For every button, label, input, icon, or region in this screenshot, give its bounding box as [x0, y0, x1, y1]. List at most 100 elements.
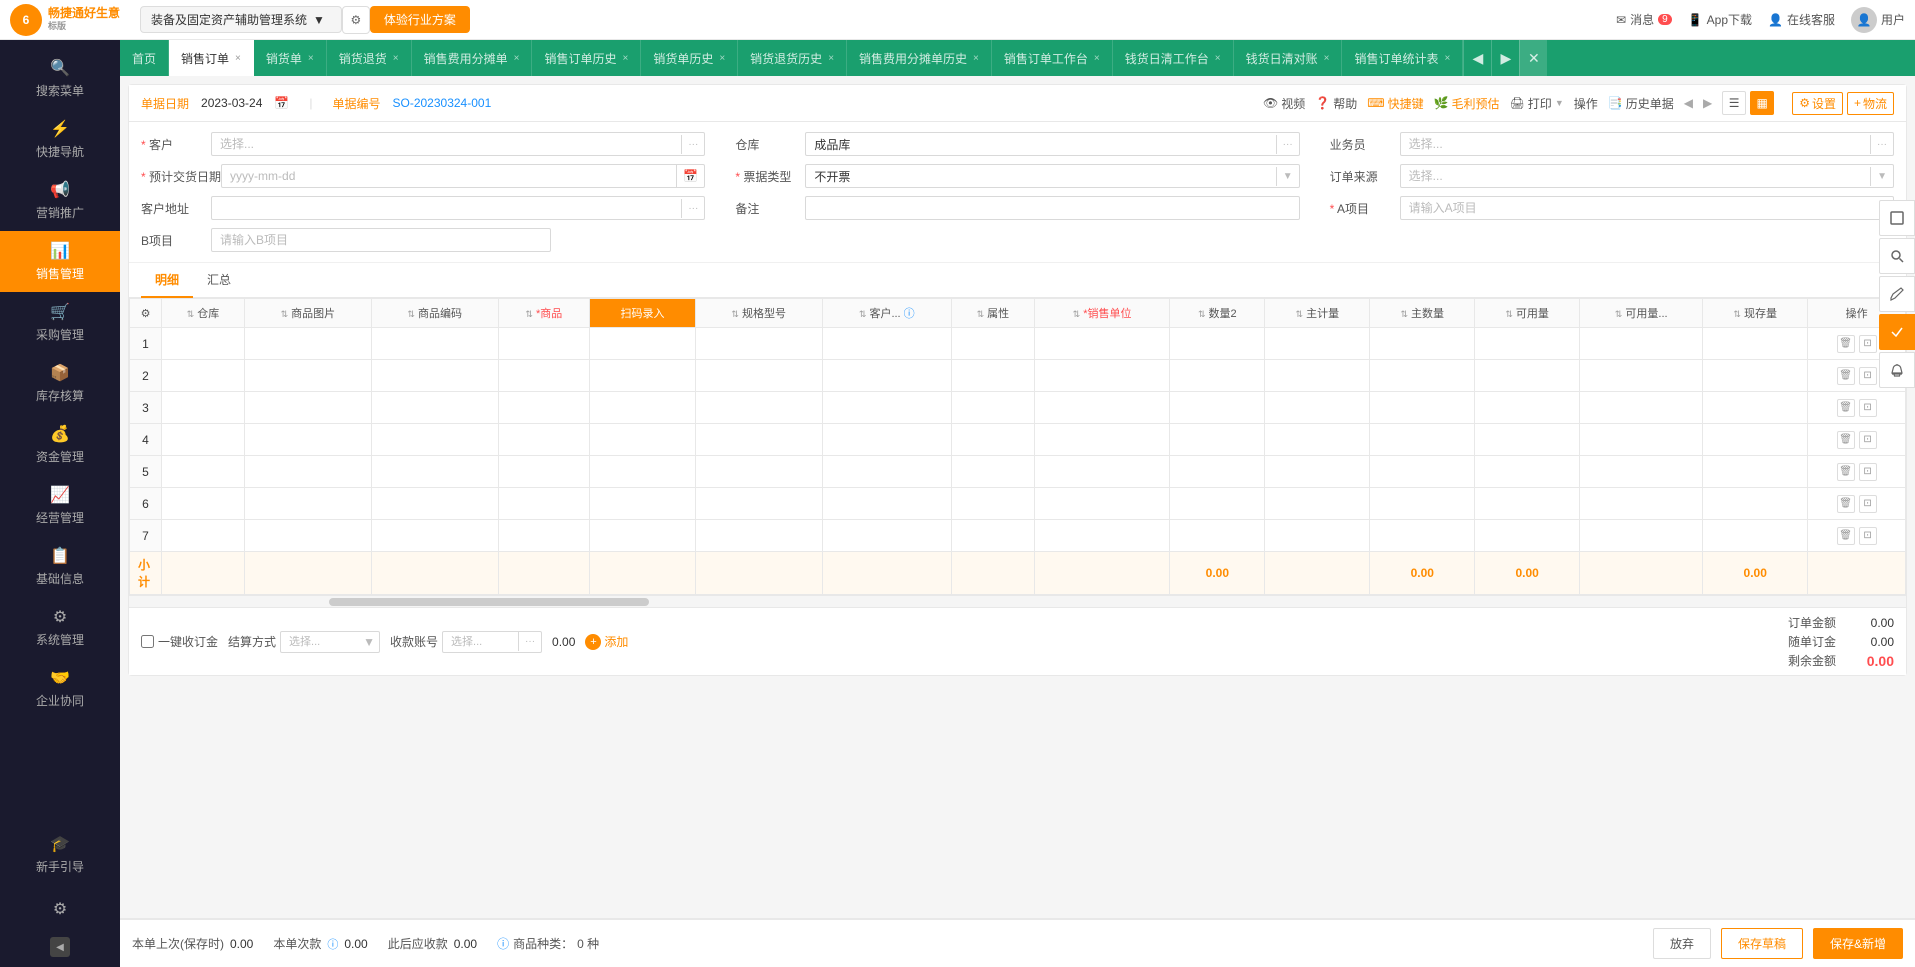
row-product-2[interactable]	[498, 360, 590, 392]
row-main-unit-7[interactable]	[1265, 520, 1370, 552]
row-customer-code-7[interactable]	[822, 520, 951, 552]
row-customer-code-6[interactable]	[822, 488, 951, 520]
add-payment-btn[interactable]: + 添加	[585, 633, 628, 650]
row-copy-btn-6[interactable]: ⊡	[1859, 495, 1877, 513]
salesperson-input[interactable]	[1401, 133, 1870, 155]
row-warehouse-3[interactable]	[162, 392, 245, 424]
quick-btn-2[interactable]	[1879, 238, 1915, 274]
row-delete-btn-7[interactable]: 🗑	[1837, 527, 1855, 545]
sort-icon-8[interactable]: ⇅	[1073, 309, 1081, 319]
row-warehouse-5[interactable]	[162, 456, 245, 488]
row-image-6[interactable]	[244, 488, 371, 520]
row-available2-5[interactable]	[1580, 456, 1703, 488]
delivery-calendar-icon[interactable]: 📅	[676, 165, 704, 187]
row-available2-6[interactable]	[1580, 488, 1703, 520]
a-project-input[interactable]	[1400, 196, 1894, 220]
sort-icon-10[interactable]: ⇅	[1296, 309, 1304, 319]
bank-account-input[interactable]	[443, 632, 518, 652]
help-link[interactable]: ❓ 帮助	[1315, 95, 1357, 112]
sort-icon-12[interactable]: ⇅	[1505, 309, 1513, 319]
row-unit-4[interactable]	[1034, 424, 1169, 456]
row-copy-btn-2[interactable]: ⊡	[1859, 367, 1877, 385]
tab-invoice-history[interactable]: 销货单历史 ×	[641, 40, 738, 76]
tab-reconcile-close[interactable]: ×	[1324, 53, 1330, 64]
invoice-type-arrow-icon[interactable]: ▼	[1276, 167, 1299, 186]
quick-btn-1[interactable]	[1879, 200, 1915, 236]
tab-workbench[interactable]: 销售订单工作台 ×	[992, 40, 1113, 76]
add-logistics-btn[interactable]: + 物流	[1847, 92, 1894, 115]
row-available-1[interactable]	[1475, 328, 1580, 360]
row-unit-2[interactable]	[1034, 360, 1169, 392]
sidebar-item-nav[interactable]: ⚡ 快捷导航	[0, 109, 120, 170]
customer-dots-btn[interactable]: ···	[681, 135, 704, 154]
row-attr-7[interactable]	[951, 520, 1034, 552]
row-copy-btn-5[interactable]: ⊡	[1859, 463, 1877, 481]
row-available2-7[interactable]	[1580, 520, 1703, 552]
row-main-qty-6[interactable]	[1370, 488, 1475, 520]
row-customer-code-2[interactable]	[822, 360, 951, 392]
salesperson-dots-btn[interactable]: ···	[1870, 135, 1893, 154]
row-available-2[interactable]	[1475, 360, 1580, 392]
row-code-3[interactable]	[371, 392, 498, 424]
row-attr-4[interactable]	[951, 424, 1034, 456]
system-selector[interactable]: 装备及固定资产辅助管理系统 ▼	[140, 6, 342, 33]
tab-return-history[interactable]: 销货退货历史 ×	[738, 40, 847, 76]
row-available-4[interactable]	[1475, 424, 1580, 456]
row-stock-3[interactable]	[1703, 392, 1808, 424]
row-warehouse-4[interactable]	[162, 424, 245, 456]
row-main-unit-2[interactable]	[1265, 360, 1370, 392]
sort-icon-13[interactable]: ⇅	[1615, 309, 1623, 319]
row-available-7[interactable]	[1475, 520, 1580, 552]
tab-sales-fee[interactable]: 销售费用分摊单 ×	[412, 40, 533, 76]
row-stock-2[interactable]	[1703, 360, 1808, 392]
sidebar-item-marketing[interactable]: 📢 营销推广	[0, 170, 120, 231]
row-scan-5[interactable]	[590, 456, 696, 488]
row-delete-btn-6[interactable]: 🗑	[1837, 495, 1855, 513]
row-attr-1[interactable]	[951, 328, 1034, 360]
row-scan-6[interactable]	[590, 488, 696, 520]
scroll-thumb[interactable]	[329, 598, 649, 606]
row-delete-btn-1[interactable]: 🗑	[1837, 335, 1855, 353]
row-code-5[interactable]	[371, 456, 498, 488]
order-source-input[interactable]	[1401, 165, 1870, 187]
row-scan-1[interactable]	[590, 328, 696, 360]
row-unit-5[interactable]	[1034, 456, 1169, 488]
row-spec-7[interactable]	[695, 520, 822, 552]
th-scan[interactable]: 扫码录入	[590, 299, 696, 328]
row-stock-1[interactable]	[1703, 328, 1808, 360]
row-qty2-2[interactable]	[1170, 360, 1265, 392]
row-available2-1[interactable]	[1580, 328, 1703, 360]
row-main-qty-2[interactable]	[1370, 360, 1475, 392]
sidebar-item-guide[interactable]: 🎓 新手引导	[0, 824, 120, 885]
payment-method-input[interactable]	[281, 632, 359, 652]
row-image-7[interactable]	[244, 520, 371, 552]
row-stock-6[interactable]	[1703, 488, 1808, 520]
row-stock-4[interactable]	[1703, 424, 1808, 456]
tab-sales-fee-close[interactable]: ×	[514, 53, 520, 64]
tab-sales-return[interactable]: 销货退货 ×	[327, 40, 412, 76]
row-image-1[interactable]	[244, 328, 371, 360]
sort-icon-5[interactable]: ⇅	[731, 309, 739, 319]
print-btn[interactable]: 🖨 打印 ▼	[1510, 95, 1564, 112]
row-spec-5[interactable]	[695, 456, 822, 488]
row-unit-7[interactable]	[1034, 520, 1169, 552]
row-product-5[interactable]	[498, 456, 590, 488]
row-warehouse-1[interactable]	[162, 328, 245, 360]
tab-daily-workbench-close[interactable]: ×	[1215, 53, 1221, 64]
row-customer-code-5[interactable]	[822, 456, 951, 488]
row-code-2[interactable]	[371, 360, 498, 392]
row-main-qty-5[interactable]	[1370, 456, 1475, 488]
row-image-4[interactable]	[244, 424, 371, 456]
row-image-3[interactable]	[244, 392, 371, 424]
row-customer-code-1[interactable]	[822, 328, 951, 360]
tab-sales-order-close[interactable]: ×	[235, 53, 241, 64]
save-draft-btn[interactable]: 保存草稿	[1721, 928, 1803, 959]
row-unit-1[interactable]	[1034, 328, 1169, 360]
row-unit-6[interactable]	[1034, 488, 1169, 520]
tab-fee-history[interactable]: 销售费用分摊单历史 ×	[847, 40, 992, 76]
row-image-5[interactable]	[244, 456, 371, 488]
row-attr-6[interactable]	[951, 488, 1034, 520]
sidebar-item-finance[interactable]: 💰 资金管理	[0, 414, 120, 475]
tab-sales-invoice-close[interactable]: ×	[308, 53, 314, 64]
row-code-4[interactable]	[371, 424, 498, 456]
